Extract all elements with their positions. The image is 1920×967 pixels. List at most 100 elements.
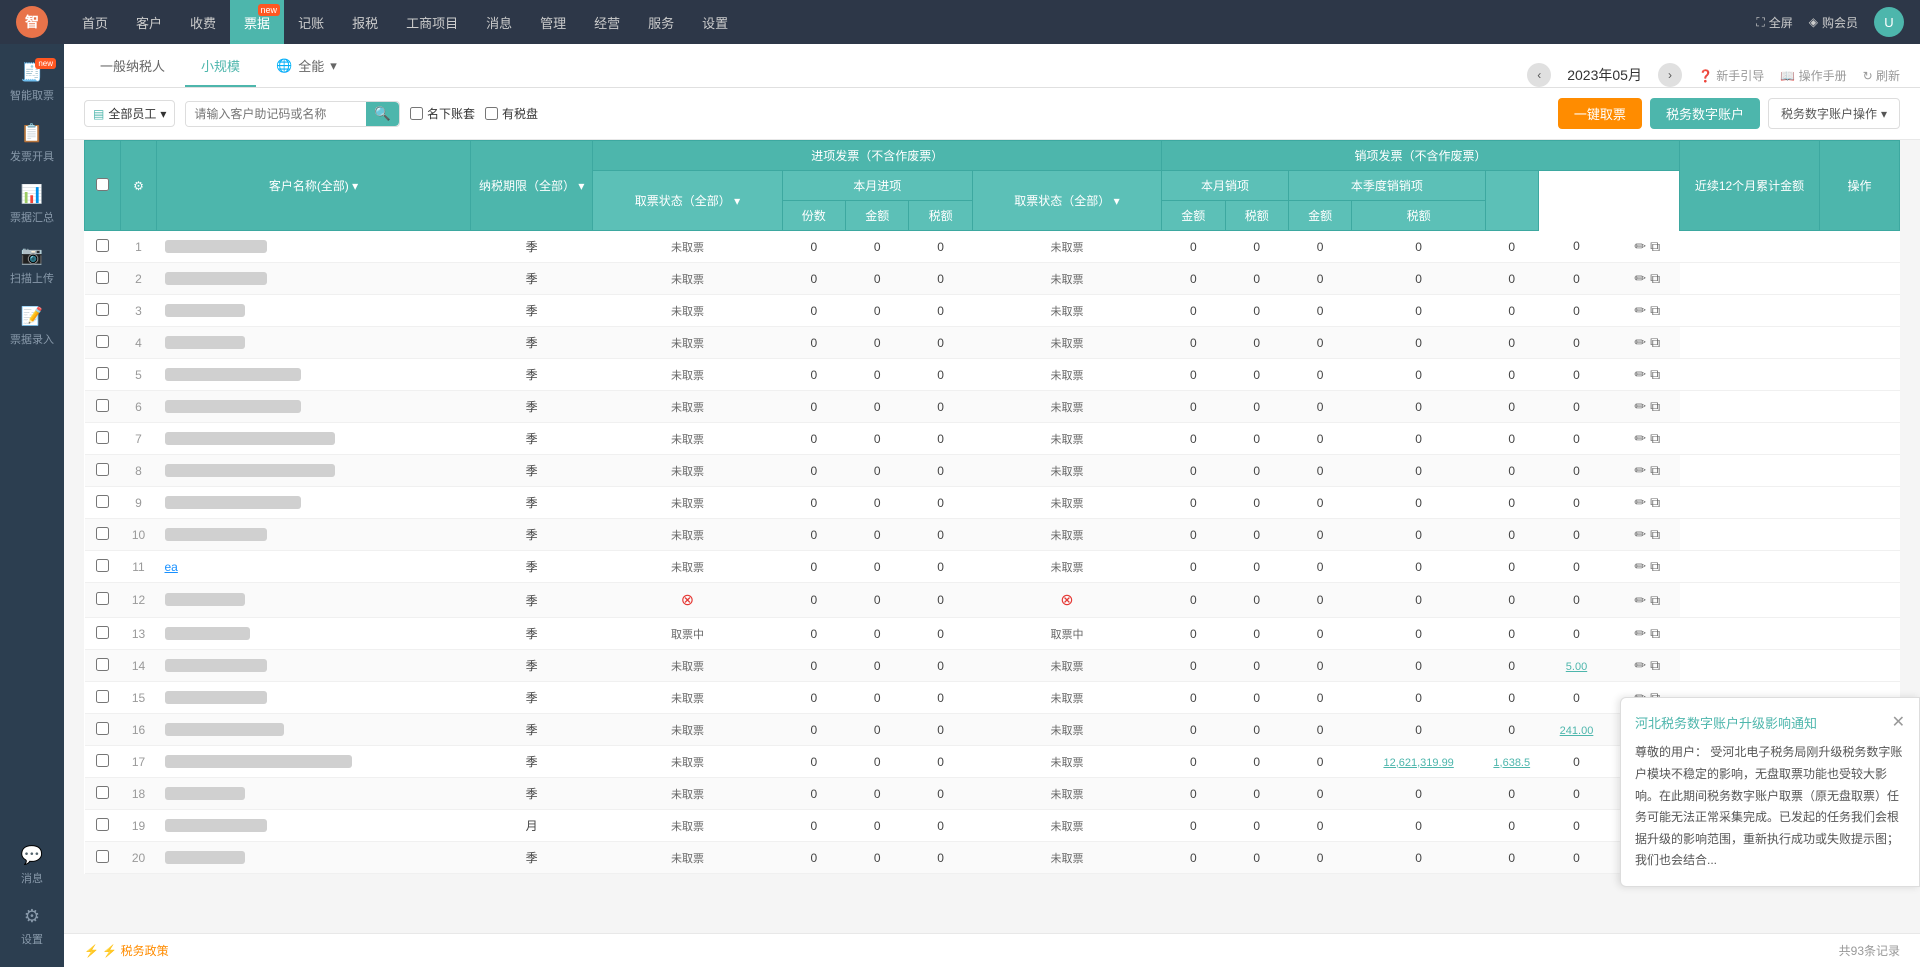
row-checkbox[interactable] xyxy=(96,367,109,380)
edit-icon[interactable]: ✏ xyxy=(1634,270,1646,287)
underaccount-checkbox[interactable] xyxy=(410,107,423,120)
row-checkbox[interactable] xyxy=(96,495,109,508)
nav-operation[interactable]: 经营 xyxy=(580,0,634,44)
copy-icon[interactable]: ⧉ xyxy=(1650,270,1660,287)
tab-small-scale[interactable]: 小规模 xyxy=(185,46,256,87)
taxpan-checkbox[interactable] xyxy=(485,107,498,120)
nav-client[interactable]: 客户 xyxy=(122,0,176,44)
edit-icon[interactable]: ✏ xyxy=(1634,398,1646,415)
taxpan-filter[interactable]: 有税盘 xyxy=(485,105,538,122)
edit-icon[interactable]: ✏ xyxy=(1634,558,1646,575)
prev-month-button[interactable]: ‹ xyxy=(1527,63,1551,87)
select-all-checkbox[interactable] xyxy=(96,178,109,191)
tax-digital-account-button[interactable]: 税务数字账户 xyxy=(1650,98,1760,129)
row-checkbox[interactable] xyxy=(96,527,109,540)
row-checkbox[interactable] xyxy=(96,399,109,412)
search-input[interactable] xyxy=(186,102,366,126)
next-month-button[interactable]: › xyxy=(1658,63,1682,87)
tax-season-value[interactable]: 1,638.5 xyxy=(1493,757,1530,769)
row-checkbox[interactable] xyxy=(96,818,109,831)
row-checkbox[interactable] xyxy=(96,786,109,799)
row-checkbox[interactable] xyxy=(96,335,109,348)
copy-icon[interactable]: ⧉ xyxy=(1650,462,1660,479)
underaccount-filter[interactable]: 名下账套 xyxy=(410,105,475,122)
row-checkbox[interactable] xyxy=(96,463,109,476)
header-client-name[interactable]: 客户名称(全部) ▾ xyxy=(157,141,471,231)
nav-manage[interactable]: 管理 xyxy=(526,0,580,44)
edit-icon[interactable]: ✏ xyxy=(1634,430,1646,447)
header-tax-period[interactable]: 纳税期限（全部） ▾ xyxy=(470,141,592,231)
row-checkbox[interactable] xyxy=(96,239,109,252)
search-button[interactable]: 🔍 xyxy=(366,102,399,126)
employee-filter[interactable]: ▤ 全部员工 ▾ xyxy=(84,100,175,127)
edit-icon[interactable]: ✏ xyxy=(1634,366,1646,383)
sidebar-item-invoice-entry[interactable]: 📝 票据录入 xyxy=(0,296,64,357)
edit-icon[interactable]: ✏ xyxy=(1634,494,1646,511)
sidebar-item-scan-upload[interactable]: 📷 扫描上传 xyxy=(0,235,64,296)
edit-icon[interactable]: ✏ xyxy=(1634,302,1646,319)
one-click-fetch-button[interactable]: 一键取票 xyxy=(1558,98,1642,129)
sidebar-item-invoice-summary[interactable]: 📊 票据汇总 xyxy=(0,174,64,235)
fullscreen-button[interactable]: ⛶ 全屏 xyxy=(1756,14,1792,31)
row-checkbox[interactable] xyxy=(96,303,109,316)
nav-invoice[interactable]: 票据 new xyxy=(230,0,284,44)
header-fetch-status-out[interactable]: 取票状态（全部） ▾ xyxy=(972,171,1161,231)
copy-icon[interactable]: ⧉ xyxy=(1650,430,1660,447)
client-name-link[interactable]: ea xyxy=(165,560,178,574)
header-fetch-status-in[interactable]: 取票状态（全部） ▾ xyxy=(593,171,782,231)
sidebar-item-settings[interactable]: ⚙ 设置 xyxy=(17,896,47,957)
refresh-link[interactable]: ↻ 刷新 xyxy=(1863,67,1900,84)
copy-icon[interactable]: ⧉ xyxy=(1650,494,1660,511)
edit-icon[interactable]: ✏ xyxy=(1634,334,1646,351)
user-avatar[interactable]: U xyxy=(1874,7,1904,37)
sidebar-item-messages[interactable]: 💬 消息 xyxy=(17,835,47,896)
amount-season-value[interactable]: 12,621,319.99 xyxy=(1383,757,1453,769)
nav-tax[interactable]: 报税 xyxy=(338,0,392,44)
row-checkbox[interactable] xyxy=(96,754,109,767)
row-checkbox[interactable] xyxy=(96,658,109,671)
edit-icon[interactable]: ✏ xyxy=(1634,657,1646,674)
copy-icon[interactable]: ⧉ xyxy=(1650,558,1660,575)
edit-icon[interactable]: ✏ xyxy=(1634,625,1646,642)
nav-bookkeeping[interactable]: 记账 xyxy=(284,0,338,44)
row-checkbox[interactable] xyxy=(96,431,109,444)
copy-icon[interactable]: ⧉ xyxy=(1650,657,1660,674)
copy-icon[interactable]: ⧉ xyxy=(1650,526,1660,543)
copy-icon[interactable]: ⧉ xyxy=(1650,625,1660,642)
tax-digital-ops-button[interactable]: 税务数字账户操作 ▾ xyxy=(1768,98,1900,129)
notification-close-button[interactable]: ✕ xyxy=(1892,712,1905,732)
nav-settings[interactable]: 设置 xyxy=(688,0,742,44)
nav-fee[interactable]: 收费 xyxy=(176,0,230,44)
nav-message[interactable]: 消息 xyxy=(472,0,526,44)
sidebar-item-invoice-issue[interactable]: 📋 发票开具 xyxy=(0,113,64,174)
edit-icon[interactable]: ✏ xyxy=(1634,462,1646,479)
row-checkbox[interactable] xyxy=(96,271,109,284)
row-checkbox[interactable] xyxy=(96,626,109,639)
edit-icon[interactable]: ✏ xyxy=(1634,526,1646,543)
copy-icon[interactable]: ⧉ xyxy=(1650,238,1660,255)
tab-general-taxpayer[interactable]: 一般纳税人 xyxy=(84,46,181,87)
nav-home[interactable]: 首页 xyxy=(68,0,122,44)
copy-icon[interactable]: ⧉ xyxy=(1650,398,1660,415)
copy-icon[interactable]: ⧉ xyxy=(1650,592,1660,609)
copy-icon[interactable]: ⧉ xyxy=(1650,334,1660,351)
settings-col-icon[interactable]: ⚙ xyxy=(133,179,144,193)
new-guide-link[interactable]: ❓ 新手引导 xyxy=(1698,67,1764,84)
nav-service[interactable]: 服务 xyxy=(634,0,688,44)
ops-manual-link[interactable]: 📖 操作手册 xyxy=(1780,67,1846,84)
row-checkbox[interactable] xyxy=(96,722,109,735)
row-checkbox[interactable] xyxy=(96,559,109,572)
row-checkbox[interactable] xyxy=(96,592,109,605)
vip-button[interactable]: ◈ 购会员 xyxy=(1809,14,1858,31)
tab-all[interactable]: 🌐 全能 ▾ xyxy=(260,46,353,87)
tax-policy-link[interactable]: ⚡ ⚡ 税务政策 xyxy=(84,942,169,959)
edit-icon[interactable]: ✏ xyxy=(1634,238,1646,255)
total-12-value[interactable]: 5.00 xyxy=(1566,661,1587,673)
nav-business[interactable]: 工商项目 xyxy=(392,0,472,44)
row-checkbox[interactable] xyxy=(96,850,109,863)
copy-icon[interactable]: ⧉ xyxy=(1650,366,1660,383)
row-checkbox[interactable] xyxy=(96,690,109,703)
copy-icon[interactable]: ⧉ xyxy=(1650,302,1660,319)
edit-icon[interactable]: ✏ xyxy=(1634,592,1646,609)
total-12-value[interactable]: 241.00 xyxy=(1560,725,1594,737)
